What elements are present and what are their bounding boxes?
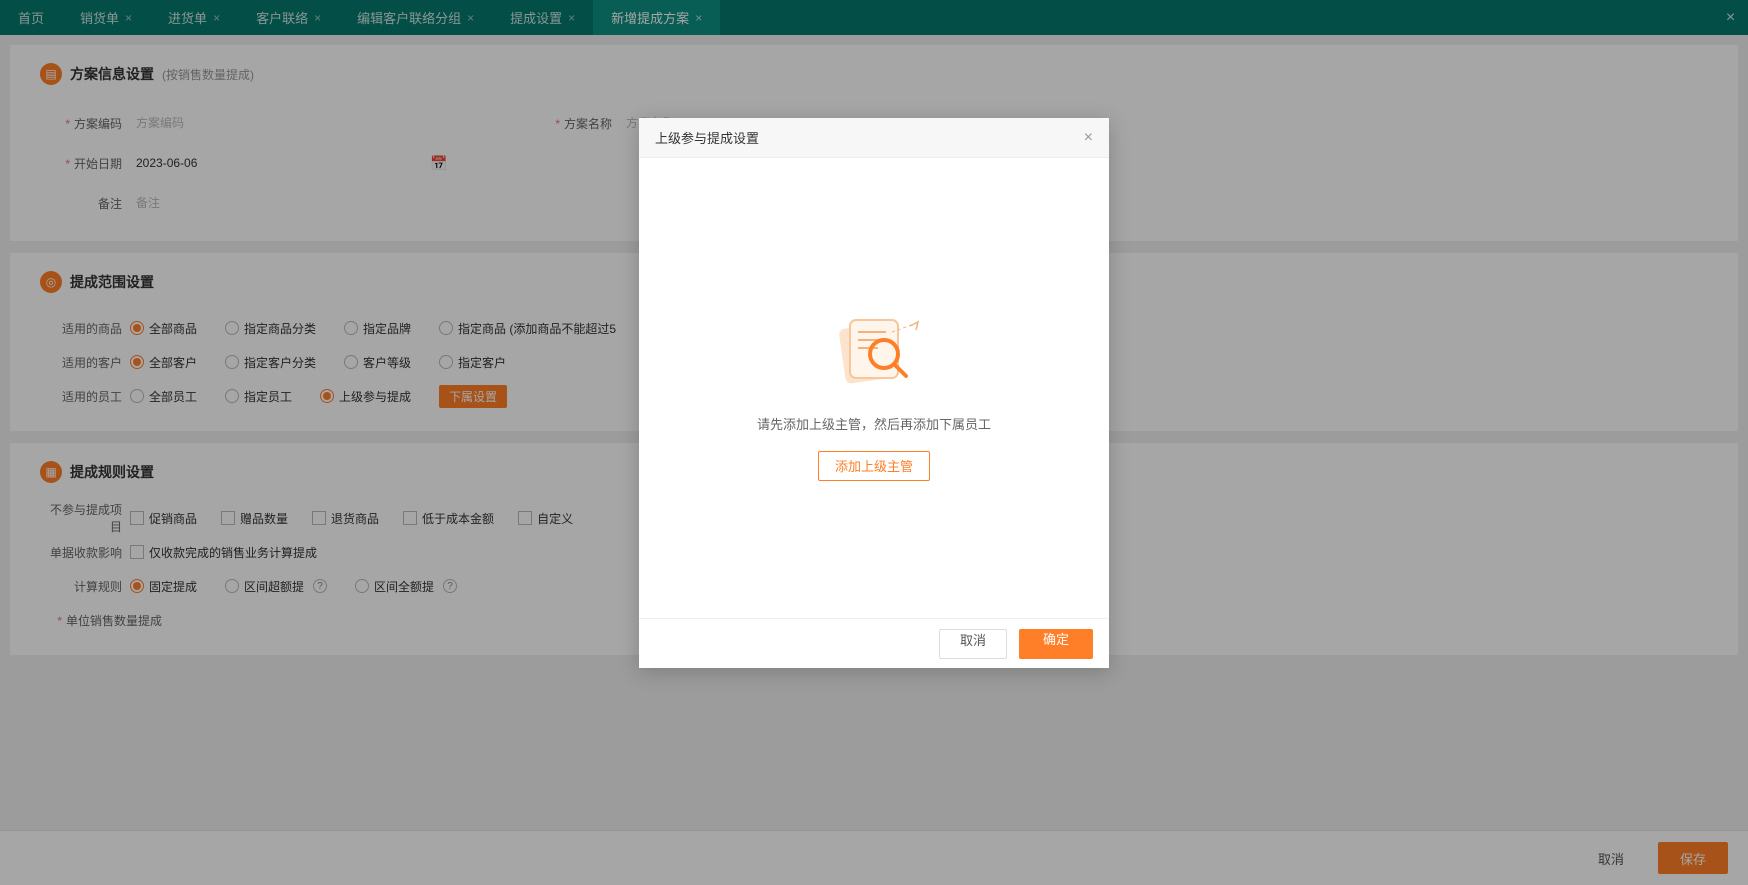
modal-header: 上级参与提成设置 × (639, 118, 1109, 158)
add-supervisor-button[interactable]: 添加上级主管 (818, 451, 930, 481)
modal-ok-button[interactable]: 确定 (1019, 629, 1093, 659)
superior-commission-modal: 上级参与提成设置 × 请先添加上级主管，然后再添加下属员工 添加上级主管 取消 … (639, 118, 1109, 668)
close-icon[interactable]: × (1084, 129, 1093, 147)
modal-footer: 取消 确定 (639, 618, 1109, 668)
empty-state-illustration (814, 296, 934, 396)
modal-cancel-button[interactable]: 取消 (939, 629, 1007, 659)
modal-empty-message: 请先添加上级主管，然后再添加下属员工 (757, 414, 991, 433)
modal-title: 上级参与提成设置 (655, 128, 759, 147)
